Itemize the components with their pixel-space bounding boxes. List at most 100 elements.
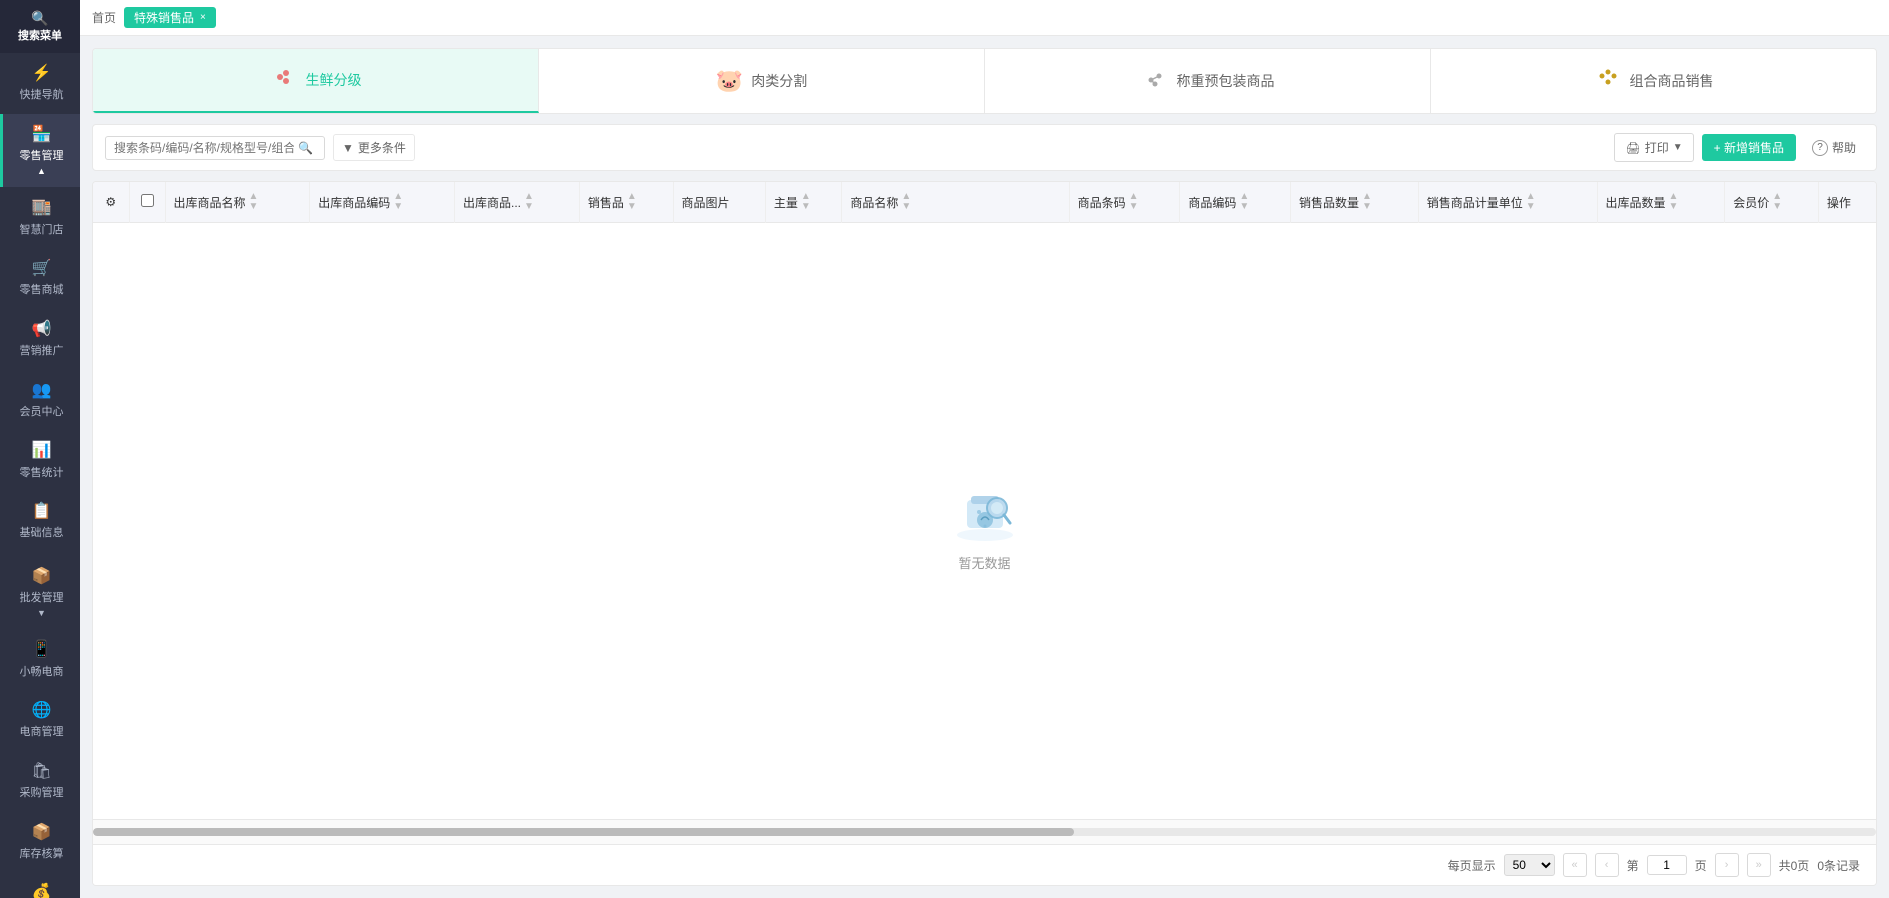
th-main-unit-label: 主量 <box>774 194 798 211</box>
page-input[interactable] <box>1647 855 1687 875</box>
th-goods-name-label: 商品名称 <box>850 194 898 211</box>
th-actions: 操作 <box>1818 182 1876 223</box>
cat-tab-meat-cutting[interactable]: 🐷 肉类分割 <box>539 49 985 113</box>
filter-button[interactable]: ▼ 更多条件 <box>333 134 415 161</box>
th-out-goods-x-label: 出库商品... <box>463 194 521 211</box>
th-settings[interactable]: ⚙ <box>93 182 129 223</box>
sidebar-item-retail-mgmt[interactable]: 🏪 零售管理 ▲ <box>0 114 80 187</box>
sidebar-item-quick-nav[interactable]: ⚡ 快捷导航 <box>0 53 80 114</box>
next-page-icon: › <box>1725 859 1729 871</box>
th-goods-image: 商品图片 <box>673 182 765 223</box>
th-out-qty-label: 出库品数量 <box>1606 194 1666 211</box>
sidebar-item-wholesale-mgmt[interactable]: 📦 批发管理 ▼ <box>0 556 80 629</box>
help-icon: ? <box>1812 140 1828 156</box>
fresh-grade-icon <box>270 63 298 97</box>
sidebar-item-stock-check[interactable]: 📦 库存核算 <box>0 812 80 873</box>
th-out-goods-x[interactable]: 出库商品... ▲▼ <box>455 182 580 223</box>
cat-tab-weight-prepack[interactable]: 称重预包装商品 <box>985 49 1431 113</box>
toolbar-left: 🔍 ▼ 更多条件 <box>105 134 415 161</box>
sidebar-item-mini-ecom[interactable]: 📱 小畅电商 <box>0 629 80 690</box>
retail-mgmt-icon: 🏪 <box>32 124 52 146</box>
sidebar-item-label: 零售商城 <box>20 283 64 298</box>
smart-store-icon: 🏬 <box>32 197 52 219</box>
th-out-goods-name-label: 出库商品名称 <box>174 194 246 211</box>
th-checkbox[interactable] <box>129 182 165 223</box>
cat-tab-fresh-grade[interactable]: 生鲜分级 <box>93 49 539 113</box>
th-main-unit[interactable]: 主量 ▲▼ <box>765 182 842 223</box>
sidebar-item-label: 营销推广 <box>20 344 64 359</box>
empty-state: 暂无数据 <box>93 223 1876 819</box>
search-box[interactable]: 🔍 <box>105 136 325 160</box>
breadcrumb-home[interactable]: 首页 <box>92 9 116 26</box>
next-page-btn[interactable]: › <box>1715 853 1739 877</box>
th-out-goods-code[interactable]: 出库商品编码 ▲▼ <box>310 182 455 223</box>
wholesale-mgmt-icon: 📦 <box>32 566 52 588</box>
th-member-price[interactable]: 会员价 ▲▼ <box>1725 182 1819 223</box>
help-button[interactable]: ? 帮助 <box>1804 134 1864 161</box>
th-sale-qty[interactable]: 销售品数量 ▲▼ <box>1290 182 1418 223</box>
sort-icon: ▲▼ <box>801 192 811 212</box>
sort-icon: ▲▼ <box>393 192 403 212</box>
select-all-checkbox[interactable] <box>141 194 154 207</box>
toolbar: 🔍 ▼ 更多条件 🖨 打印 ▼ + 新增销售品 ? 帮助 <box>92 124 1877 171</box>
th-out-qty[interactable]: 出库品数量 ▲▼ <box>1597 182 1725 223</box>
sidebar-search[interactable]: 🔍 搜索菜单 <box>0 0 80 53</box>
basic-info-icon: 📋 <box>32 501 52 523</box>
finance-mgmt-icon: 💰 <box>32 882 52 898</box>
sort-icon: ▲▼ <box>524 192 534 212</box>
th-sale-goods[interactable]: 销售品 ▲▼ <box>579 182 673 223</box>
category-tabs: 生鲜分级 🐷 肉类分割 称重预包装商品 <box>92 48 1877 114</box>
sidebar-item-label: 库存核算 <box>20 847 64 862</box>
th-member-price-label: 会员价 <box>1733 194 1769 211</box>
filter-label: 更多条件 <box>358 139 406 156</box>
sidebar-item-label: 基础信息 <box>20 526 64 541</box>
cat-tab-combo-sale[interactable]: 组合商品销售 <box>1431 49 1876 113</box>
combo-sale-icon <box>1594 64 1622 98</box>
horizontal-scrollbar-thumb <box>93 828 1074 836</box>
sidebar: 🔍 搜索菜单 ⚡ 快捷导航 🏪 零售管理 ▲ 🏬 智慧门店 🛒 零售商城 📢 营… <box>0 0 80 898</box>
th-goods-barcode[interactable]: 商品条码 ▲▼ <box>1069 182 1180 223</box>
cat-tab-combo-sale-label: 组合商品销售 <box>1630 71 1714 91</box>
th-out-goods-code-label: 出库商品编码 <box>318 194 390 211</box>
th-goods-image-label: 商品图片 <box>682 196 730 210</box>
sidebar-item-purchase-mgmt[interactable]: 🛍 采购管理 <box>0 751 80 812</box>
sidebar-item-label: 小畅电商 <box>20 665 64 680</box>
empty-icon <box>945 470 1025 553</box>
first-page-icon: « <box>1572 859 1578 871</box>
cat-tab-fresh-grade-label: 生鲜分级 <box>306 70 362 90</box>
search-input[interactable] <box>114 141 294 155</box>
sort-icon: ▲▼ <box>1669 192 1679 212</box>
help-label: 帮助 <box>1832 139 1856 156</box>
sidebar-item-finance-mgmt[interactable]: 💰 资金管理 <box>0 872 80 898</box>
purchase-mgmt-icon: 🛍 <box>31 761 51 783</box>
search-icon: 🔍 <box>298 141 313 155</box>
print-label: 打印 <box>1645 139 1669 156</box>
th-goods-code[interactable]: 商品编码 ▲▼ <box>1180 182 1291 223</box>
sidebar-item-member-center[interactable]: 👥 会员中心 <box>0 370 80 431</box>
th-out-goods-name[interactable]: 出库商品名称 ▲▼ <box>165 182 310 223</box>
th-sale-unit[interactable]: 销售商品计量单位 ▲▼ <box>1418 182 1597 223</box>
prev-page-btn[interactable]: ‹ <box>1595 853 1619 877</box>
chevron-icon: ▲ <box>37 165 46 178</box>
sidebar-item-retail-mall[interactable]: 🛒 零售商城 <box>0 248 80 309</box>
th-sale-goods-label: 销售品 <box>588 194 624 211</box>
sidebar-item-ecom-mgmt[interactable]: 🌐 电商管理 <box>0 690 80 751</box>
per-page-select[interactable]: 50 10 20 100 <box>1504 854 1555 876</box>
add-sale-item-button[interactable]: + 新增销售品 <box>1702 134 1796 161</box>
sidebar-item-retail-stats[interactable]: 📊 零售统计 <box>0 430 80 491</box>
meat-cutting-icon: 🐷 <box>716 68 743 94</box>
close-tab-button[interactable]: × <box>200 12 206 23</box>
active-tab-tag: 特殊销售品 × <box>124 7 216 28</box>
first-page-btn[interactable]: « <box>1563 853 1587 877</box>
th-sale-qty-label: 销售品数量 <box>1299 194 1359 211</box>
sort-icon: ▲▼ <box>1772 192 1782 212</box>
last-page-btn[interactable]: » <box>1747 853 1771 877</box>
breadcrumb: 首页 特殊销售品 × <box>92 7 216 28</box>
sidebar-item-smart-store[interactable]: 🏬 智慧门店 <box>0 187 80 248</box>
print-button[interactable]: 🖨 打印 ▼ <box>1614 133 1693 162</box>
sidebar-item-sales-promo[interactable]: 📢 营销推广 <box>0 309 80 370</box>
th-goods-name[interactable]: 商品名称 ▲▼ <box>842 182 1069 223</box>
sort-icon: ▲▼ <box>901 192 911 212</box>
sidebar-item-basic-info[interactable]: 📋 基础信息 <box>0 491 80 552</box>
horizontal-scrollbar[interactable] <box>93 828 1876 836</box>
